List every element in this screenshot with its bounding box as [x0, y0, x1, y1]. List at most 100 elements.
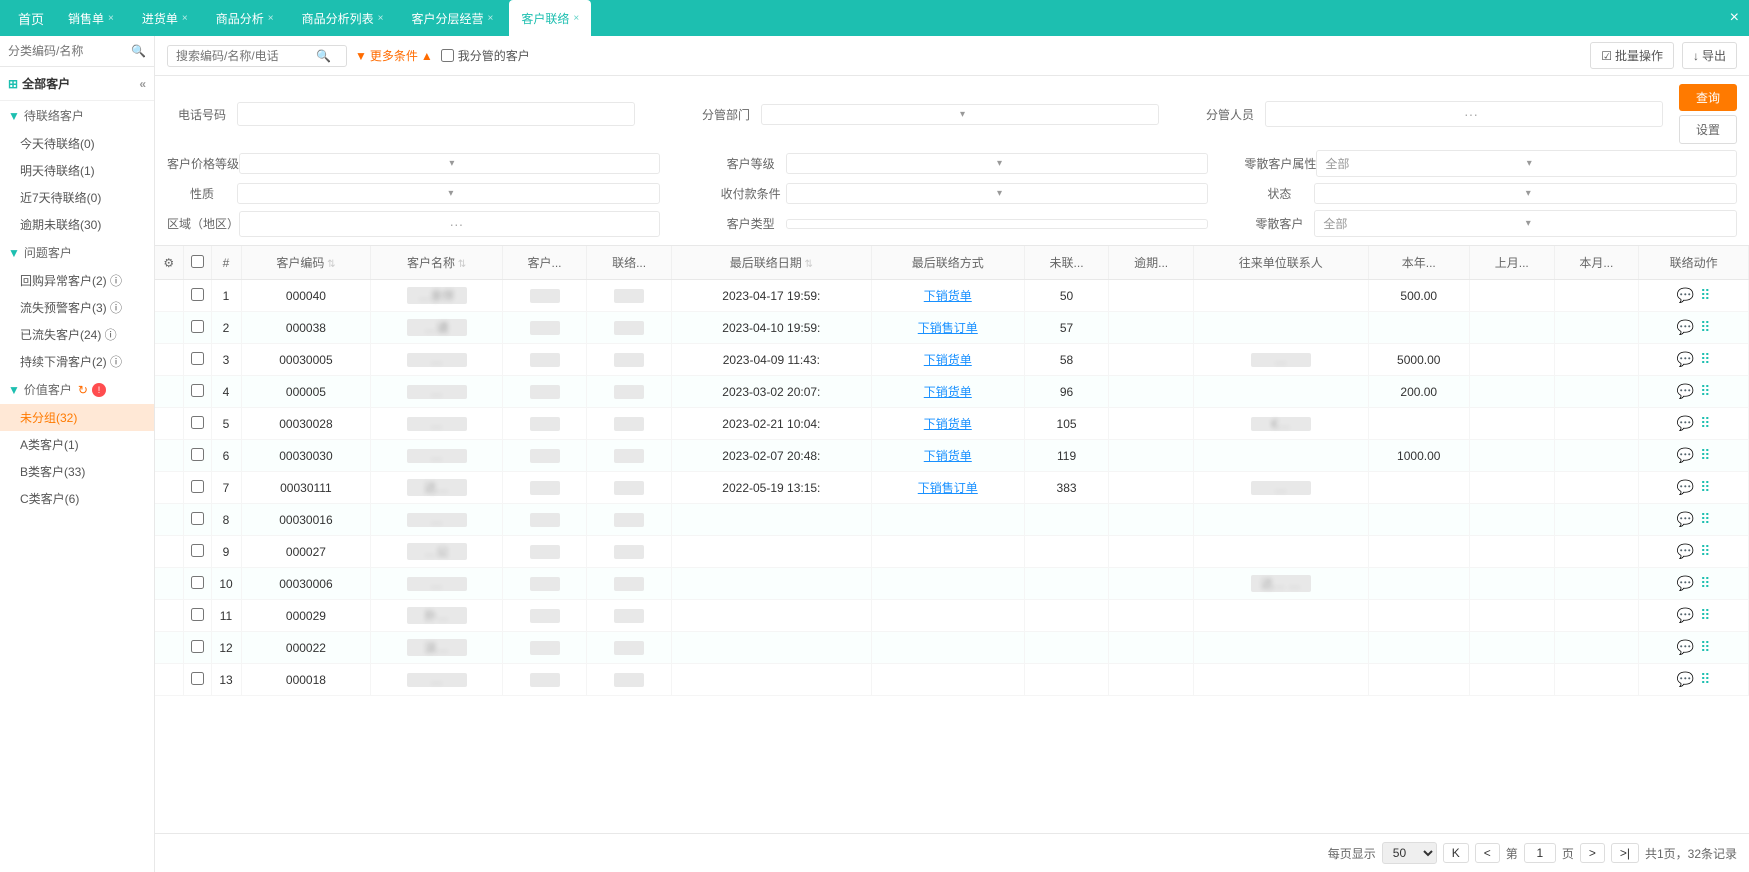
- more-icon[interactable]: ⠿: [1700, 511, 1710, 528]
- nav-tab-purchase-close[interactable]: ×: [182, 13, 188, 24]
- row-last-method[interactable]: [871, 664, 1024, 696]
- settings-icon[interactable]: ⚙: [163, 256, 174, 270]
- filter-search-icon[interactable]: 🔍: [316, 49, 331, 63]
- more-icon[interactable]: ⠿: [1700, 479, 1710, 496]
- row-checkbox[interactable]: [191, 640, 204, 653]
- last-page-button[interactable]: >|: [1611, 843, 1639, 863]
- more-icon[interactable]: ⠿: [1700, 415, 1710, 432]
- row-checkbox-cell[interactable]: [183, 376, 211, 408]
- sidebar-item-overdue-pending[interactable]: 逾期未联络(30): [0, 211, 154, 238]
- row-last-method[interactable]: 下销售订单: [871, 312, 1024, 344]
- filter-customer-level-select[interactable]: ▾: [786, 153, 1209, 174]
- contact-icon[interactable]: 💬: [1677, 447, 1694, 464]
- row-checkbox-cell[interactable]: [183, 344, 211, 376]
- nav-tab-customer-tier-close[interactable]: ×: [487, 13, 493, 24]
- row-checkbox-cell[interactable]: [183, 664, 211, 696]
- next-page-button[interactable]: >: [1580, 843, 1605, 863]
- sidebar-item-churn-warning[interactable]: 流失预警客户(3) ⓘ: [0, 294, 154, 321]
- filter-region-select[interactable]: ···: [239, 211, 660, 237]
- row-checkbox-cell[interactable]: [183, 280, 211, 312]
- sidebar-item-class-b[interactable]: B类客户(33): [0, 458, 154, 485]
- nav-tab-customer-contact[interactable]: 客户联络 ×: [509, 0, 591, 36]
- row-checkbox-cell[interactable]: [183, 536, 211, 568]
- row-checkbox[interactable]: [191, 416, 204, 429]
- more-icon[interactable]: ⠿: [1700, 447, 1710, 464]
- contact-icon[interactable]: 💬: [1677, 639, 1694, 656]
- more-icon[interactable]: ⠿: [1700, 319, 1710, 336]
- th-customer-name[interactable]: 客户名称: [371, 246, 502, 280]
- row-checkbox-cell[interactable]: [183, 632, 211, 664]
- th-customer-code[interactable]: 客户编码: [241, 246, 371, 280]
- row-last-method[interactable]: [871, 632, 1024, 664]
- row-checkbox-cell[interactable]: [183, 440, 211, 472]
- sidebar-item-ungroup[interactable]: 未分组(32): [0, 404, 154, 431]
- filter-person-dots[interactable]: ···: [1460, 106, 1654, 122]
- filter-payment-select[interactable]: ▾: [786, 183, 1209, 204]
- contact-icon[interactable]: 💬: [1677, 415, 1694, 432]
- sidebar-item-class-a[interactable]: A类客户(1): [0, 431, 154, 458]
- row-checkbox[interactable]: [191, 320, 204, 333]
- row-checkbox-cell[interactable]: [183, 408, 211, 440]
- nav-home[interactable]: 首页: [10, 0, 52, 36]
- contact-icon[interactable]: 💬: [1677, 287, 1694, 304]
- row-last-method[interactable]: [871, 536, 1024, 568]
- contact-icon[interactable]: 💬: [1677, 671, 1694, 688]
- batch-ops-button[interactable]: ☑ 批量操作: [1590, 42, 1674, 69]
- filter-region-dots[interactable]: ···: [445, 216, 650, 232]
- first-page-button[interactable]: K: [1443, 843, 1469, 863]
- nav-tab-customer-contact-close[interactable]: ×: [573, 13, 579, 24]
- nav-tab-customer-tier[interactable]: 客户分层经营 ×: [399, 0, 505, 36]
- contact-icon[interactable]: 💬: [1677, 575, 1694, 592]
- sidebar-item-tomorrow-pending[interactable]: 明天待联络(1): [0, 157, 154, 184]
- row-last-method[interactable]: 下销货单: [871, 440, 1024, 472]
- contact-icon[interactable]: 💬: [1677, 351, 1694, 368]
- value-refresh-icon[interactable]: ↻: [78, 383, 88, 397]
- sidebar-all-customers[interactable]: ⊞ 全部客户 «: [0, 67, 154, 101]
- row-last-method[interactable]: 下销货单: [871, 376, 1024, 408]
- row-checkbox-cell[interactable]: [183, 312, 211, 344]
- filter-retail-customer-select[interactable]: 全部 ▾: [1314, 210, 1737, 237]
- row-last-method[interactable]: 下销售订单: [871, 472, 1024, 504]
- row-checkbox-cell[interactable]: [183, 600, 211, 632]
- filter-my-customers[interactable]: 我分管的客户: [441, 47, 530, 64]
- nav-tab-sales[interactable]: 销售单 ×: [56, 0, 126, 36]
- more-icon[interactable]: ⠿: [1700, 639, 1710, 656]
- row-checkbox[interactable]: [191, 544, 204, 557]
- nav-tab-analysis-close[interactable]: ×: [268, 13, 274, 24]
- th-settings[interactable]: ⚙: [155, 246, 183, 280]
- row-last-method[interactable]: [871, 600, 1024, 632]
- row-last-method[interactable]: [871, 568, 1024, 600]
- filter-search-input[interactable]: [176, 49, 316, 63]
- row-checkbox[interactable]: [191, 448, 204, 461]
- filter-customer-type-select[interactable]: [786, 219, 1209, 229]
- contact-icon[interactable]: 💬: [1677, 319, 1694, 336]
- filter-status-select[interactable]: ▾: [1314, 183, 1737, 204]
- filter-price-level-select[interactable]: ▾: [239, 153, 660, 174]
- query-button[interactable]: 查询: [1679, 84, 1737, 111]
- row-last-method[interactable]: 下销货单: [871, 280, 1024, 312]
- row-checkbox[interactable]: [191, 672, 204, 685]
- contact-icon[interactable]: 💬: [1677, 607, 1694, 624]
- prev-page-button[interactable]: <: [1475, 843, 1500, 863]
- sidebar-item-declining[interactable]: 持续下滑客户(2) ⓘ: [0, 348, 154, 375]
- more-icon[interactable]: ⠿: [1700, 543, 1710, 560]
- nav-tab-purchase[interactable]: 进货单 ×: [130, 0, 200, 36]
- contact-icon[interactable]: 💬: [1677, 479, 1694, 496]
- row-last-method[interactable]: [871, 504, 1024, 536]
- contact-icon[interactable]: 💬: [1677, 543, 1694, 560]
- sidebar-item-today-pending[interactable]: 今天待联络(0): [0, 130, 154, 157]
- my-customers-checkbox[interactable]: [441, 49, 454, 62]
- more-icon[interactable]: ⠿: [1700, 287, 1710, 304]
- export-button[interactable]: ↓ 导出: [1682, 42, 1737, 69]
- row-checkbox[interactable]: [191, 384, 204, 397]
- sidebar-group-value-title[interactable]: ▼ 价值客户 ↻ !: [0, 375, 154, 404]
- contact-icon[interactable]: 💬: [1677, 383, 1694, 400]
- reset-button[interactable]: 设置: [1679, 115, 1737, 144]
- more-icon[interactable]: ⠿: [1700, 671, 1710, 688]
- more-icon[interactable]: ⠿: [1700, 607, 1710, 624]
- row-checkbox-cell[interactable]: [183, 568, 211, 600]
- sidebar-item-abnormal[interactable]: 回购异常客户(2) ⓘ: [0, 267, 154, 294]
- sidebar-search-icon[interactable]: 🔍: [131, 44, 146, 58]
- row-checkbox-cell[interactable]: [183, 504, 211, 536]
- filter-dept-select[interactable]: ▾: [761, 104, 1159, 125]
